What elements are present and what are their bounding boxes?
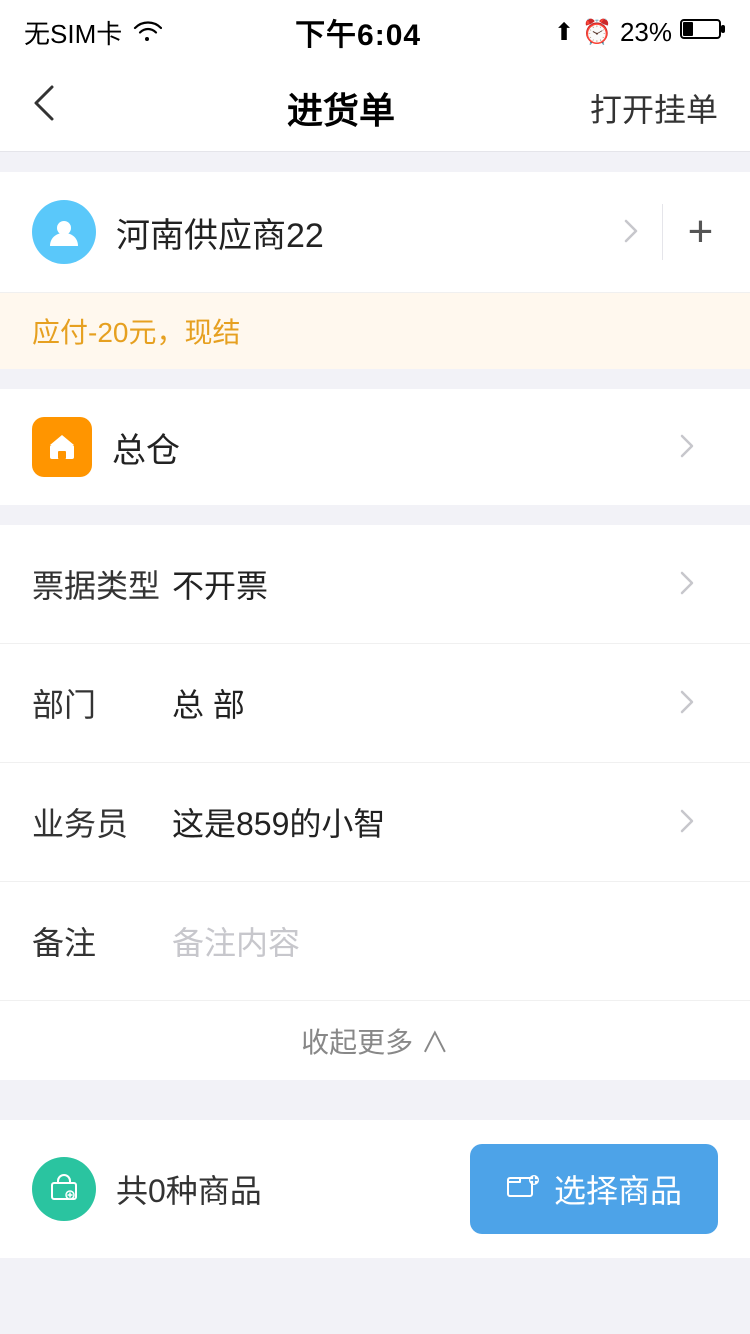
status-right: ⬆ ⏰ 23% (554, 17, 726, 48)
collapse-button[interactable]: 收起更多 ∧ (0, 1000, 750, 1080)
add-supplier-button[interactable]: + (662, 204, 718, 260)
page-title: 进货单 (92, 82, 590, 134)
invoice-label: 票据类型 (32, 561, 162, 607)
sales-chevron-icon (680, 804, 694, 841)
sales-value: 这是859的小智 (162, 799, 680, 845)
carrier-label: 无SIM卡 (24, 14, 122, 51)
notice-text: 应付-20元，现结 (32, 317, 240, 348)
remark-label: 备注 (32, 918, 162, 964)
supplier-row[interactable]: 河南供应商22 + (0, 172, 750, 293)
invoice-value: 不开票 (162, 561, 680, 607)
open-pending-button[interactable]: 打开挂单 (590, 85, 718, 131)
sales-row[interactable]: 业务员 这是859的小智 (0, 763, 750, 882)
remark-input[interactable]: 备注内容 (162, 918, 718, 964)
remark-row[interactable]: 备注 备注内容 (0, 882, 750, 1000)
section-gap-2 (0, 369, 750, 389)
plus-icon: + (688, 210, 714, 254)
warehouse-row[interactable]: 总仓 (0, 389, 750, 505)
supplier-avatar (32, 200, 96, 264)
dept-label: 部门 (32, 680, 162, 726)
cart-icon (506, 1174, 542, 1204)
warehouse-section[interactable]: 总仓 (0, 389, 750, 505)
dept-value: 总 部 (162, 680, 680, 726)
wifi-icon (132, 17, 162, 48)
supplier-name: 河南供应商22 (116, 208, 624, 257)
product-icon (32, 1157, 96, 1221)
notice-banner: 应付-20元，现结 (0, 293, 750, 369)
warehouse-icon (32, 417, 92, 477)
status-bar: 无SIM卡 下午6:04 ⬆ ⏰ 23% (0, 0, 750, 64)
select-product-button[interactable]: 选择商品 (470, 1144, 718, 1234)
battery-icon (680, 17, 726, 48)
section-gap-3 (0, 505, 750, 525)
supplier-section: 河南供应商22 + 应付-20元，现结 (0, 172, 750, 369)
section-gap-1 (0, 152, 750, 172)
gps-icon: ⬆ (554, 18, 574, 47)
status-left: 无SIM卡 (24, 14, 162, 51)
form-section: 票据类型 不开票 部门 总 部 业务员 这是859的小智 备注 备注内容 收起更… (0, 525, 750, 1080)
back-button[interactable] (32, 83, 92, 133)
section-gap-4 (0, 1080, 750, 1100)
supplier-chevron-icon (624, 214, 638, 251)
warehouse-chevron-icon (680, 429, 694, 466)
warehouse-name: 总仓 (112, 423, 680, 472)
invoice-row[interactable]: 票据类型 不开票 (0, 525, 750, 644)
dept-chevron-icon (680, 685, 694, 722)
battery-label: 23% (620, 17, 672, 48)
select-product-label: 选择商品 (554, 1166, 682, 1212)
dept-row[interactable]: 部门 总 部 (0, 644, 750, 763)
product-section: 共0种商品 选择商品 (0, 1120, 750, 1258)
nav-bar: 进货单 打开挂单 (0, 64, 750, 152)
time-label: 下午6:04 (295, 10, 421, 54)
sales-label: 业务员 (32, 799, 162, 845)
collapse-label: 收起更多 ∧ (301, 1021, 449, 1061)
product-count-label: 共0种商品 (116, 1166, 470, 1212)
invoice-chevron-icon (680, 566, 694, 603)
alarm-icon: ⏰ (582, 18, 612, 47)
